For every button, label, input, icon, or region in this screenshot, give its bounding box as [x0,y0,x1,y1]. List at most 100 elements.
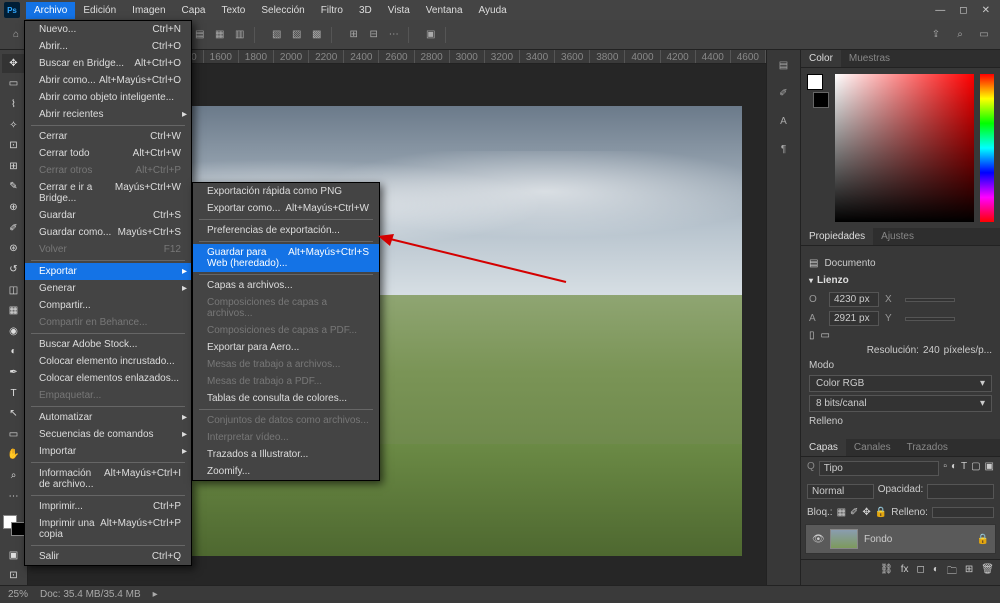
wand-tool[interactable]: ✧ [2,116,26,135]
char-panel-icon[interactable]: A [775,112,793,130]
link-layers-icon[interactable]: ⛓ [880,564,893,581]
lock-pos-icon[interactable]: ✥ [862,507,870,518]
filter-adjust-icon[interactable]: ◐ [951,461,957,476]
menu-item[interactable]: Zoomify... [193,463,379,480]
gradient-tool[interactable]: ▦ [2,301,26,320]
menu-item[interactable]: SalirCtrl+Q [25,548,191,565]
menu-item[interactable]: Tablas de consulta de colores... [193,390,379,407]
lock-paint-icon[interactable]: ✐ [850,507,858,518]
marquee-tool[interactable]: ▭ [2,75,26,94]
menu-item[interactable]: Abrir...Ctrl+O [25,38,191,55]
move-tool[interactable]: ✥ [2,54,26,73]
filter-smart-icon[interactable]: ▣ [985,461,994,476]
edit-toolbar[interactable]: ⋯ [2,487,26,506]
mode-dropdown[interactable]: Color RGB▾ [809,375,992,392]
fill-field[interactable] [932,507,994,518]
align-middle-icon[interactable]: ▨ [289,27,305,43]
hue-slider[interactable] [980,74,994,222]
type-tool[interactable]: T [2,384,26,403]
res-value[interactable]: 240 [923,345,940,356]
layer-name[interactable]: Fondo [864,534,892,545]
menu-item[interactable]: Abrir como objeto inteligente... [25,89,191,106]
blur-tool[interactable]: ◉ [2,322,26,341]
share-icon[interactable]: ⇪ [928,27,944,43]
workspace-icon[interactable]: ▭ [976,27,992,43]
delete-layer-icon[interactable]: 🗑 [981,564,994,581]
align-left-icon[interactable]: ▤ [192,27,208,43]
filter-shape-icon[interactable]: ▢ [971,461,980,476]
menu-item[interactable]: Cerrar e ir a Bridge...Mayús+Ctrl+W [25,179,191,207]
height-field[interactable]: 2921 px [829,311,879,326]
menu-filtro[interactable]: Filtro [313,2,351,19]
menu-item[interactable]: Exportar▸ [25,263,191,280]
menu-item[interactable]: Exportar para Aero... [193,339,379,356]
home-icon[interactable]: ⌂ [8,27,24,43]
lasso-tool[interactable]: ⌇ [2,95,26,114]
align-bottom-icon[interactable]: ▩ [309,27,325,43]
menu-item[interactable]: Compartir... [25,297,191,314]
menu-item[interactable]: Exportación rápida como PNG [193,183,379,200]
tab-channels[interactable]: Canales [846,439,899,456]
layer-kind-dropdown[interactable]: Tipo [819,461,940,476]
group-icon[interactable]: 🗀 [947,564,957,581]
menu-item[interactable]: Exportar como...Alt+Mayús+Ctrl+W [193,200,379,217]
zoom-level[interactable]: 25% [8,589,28,600]
path-tool[interactable]: ↖ [2,404,26,423]
menu-item[interactable]: Guardar como...Mayús+Ctrl+S [25,224,191,241]
align-top-icon[interactable]: ▧ [269,27,285,43]
opacity-field[interactable] [927,484,994,499]
fx-icon[interactable]: fx [901,564,909,581]
menu-imagen[interactable]: Imagen [124,2,173,19]
menu-item[interactable]: Abrir como...Alt+Mayús+Ctrl+O [25,72,191,89]
zoom-tool[interactable]: ⌕ [2,466,26,485]
shape-tool[interactable]: ▭ [2,425,26,444]
tab-color[interactable]: Color [801,50,841,67]
color-swatches[interactable] [3,515,25,535]
layer-thumbnail[interactable] [830,529,858,549]
close-icon[interactable]: ✕ [982,5,990,16]
fg-bg-swatch[interactable] [807,74,829,108]
menu-ayuda[interactable]: Ayuda [471,2,515,19]
adjustment-icon[interactable]: ◐ [933,564,939,581]
menu-item[interactable]: Trazados a Illustrator... [193,446,379,463]
menu-edición[interactable]: Edición [75,2,124,19]
layer-row[interactable]: 👁 Fondo 🔒 [805,524,996,554]
mask-icon[interactable]: ◻ [917,564,925,581]
menu-3d[interactable]: 3D [351,2,380,19]
filter-type-icon[interactable]: T [961,461,967,476]
3d-mode-icon[interactable]: ▣ [423,27,439,43]
menu-item[interactable]: Secuencias de comandos▸ [25,426,191,443]
filter-pixel-icon[interactable]: ▫ [943,461,947,476]
width-field[interactable]: 4230 px [829,292,879,307]
res-unit[interactable]: píxeles/p... [944,345,992,356]
menu-item[interactable]: Colocar elemento incrustado... [25,353,191,370]
orient-landscape-icon[interactable]: ▭ [821,330,830,341]
quickmask-tool[interactable]: ▣ [2,546,26,565]
tab-layers[interactable]: Capas [801,439,846,456]
visibility-icon[interactable]: 👁 [812,534,824,545]
y-field[interactable] [905,317,955,321]
canvas-section[interactable]: Lienzo [809,275,992,286]
brush-tool[interactable]: ✐ [2,219,26,238]
align-right-icon[interactable]: ▥ [232,27,248,43]
menu-ventana[interactable]: Ventana [418,2,471,19]
menu-item[interactable]: Preferencias de exportación... [193,222,379,239]
lock-trans-icon[interactable]: ▦ [837,507,846,518]
menu-texto[interactable]: Texto [213,2,253,19]
orient-portrait-icon[interactable]: ▯ [809,330,815,341]
heal-tool[interactable]: ⊕ [2,198,26,217]
x-field[interactable] [905,298,955,302]
menu-item[interactable]: Cerrar todoAlt+Ctrl+W [25,145,191,162]
history-panel-icon[interactable]: ▤ [775,56,793,74]
history-brush-tool[interactable]: ↺ [2,260,26,279]
menu-capa[interactable]: Capa [174,2,214,19]
distribute-h-icon[interactable]: ⊞ [346,27,362,43]
lock-all-icon[interactable]: 🔒 [875,507,887,518]
search-icon[interactable]: ⌕ [952,27,968,43]
frame-tool[interactable]: ⊞ [2,157,26,176]
maximize-icon[interactable]: ◻ [959,5,967,16]
eyedropper-tool[interactable]: ✎ [2,178,26,197]
eraser-tool[interactable]: ◫ [2,281,26,300]
menu-item[interactable]: Abrir recientes▸ [25,106,191,123]
brush-panel-icon[interactable]: ✐ [775,84,793,102]
